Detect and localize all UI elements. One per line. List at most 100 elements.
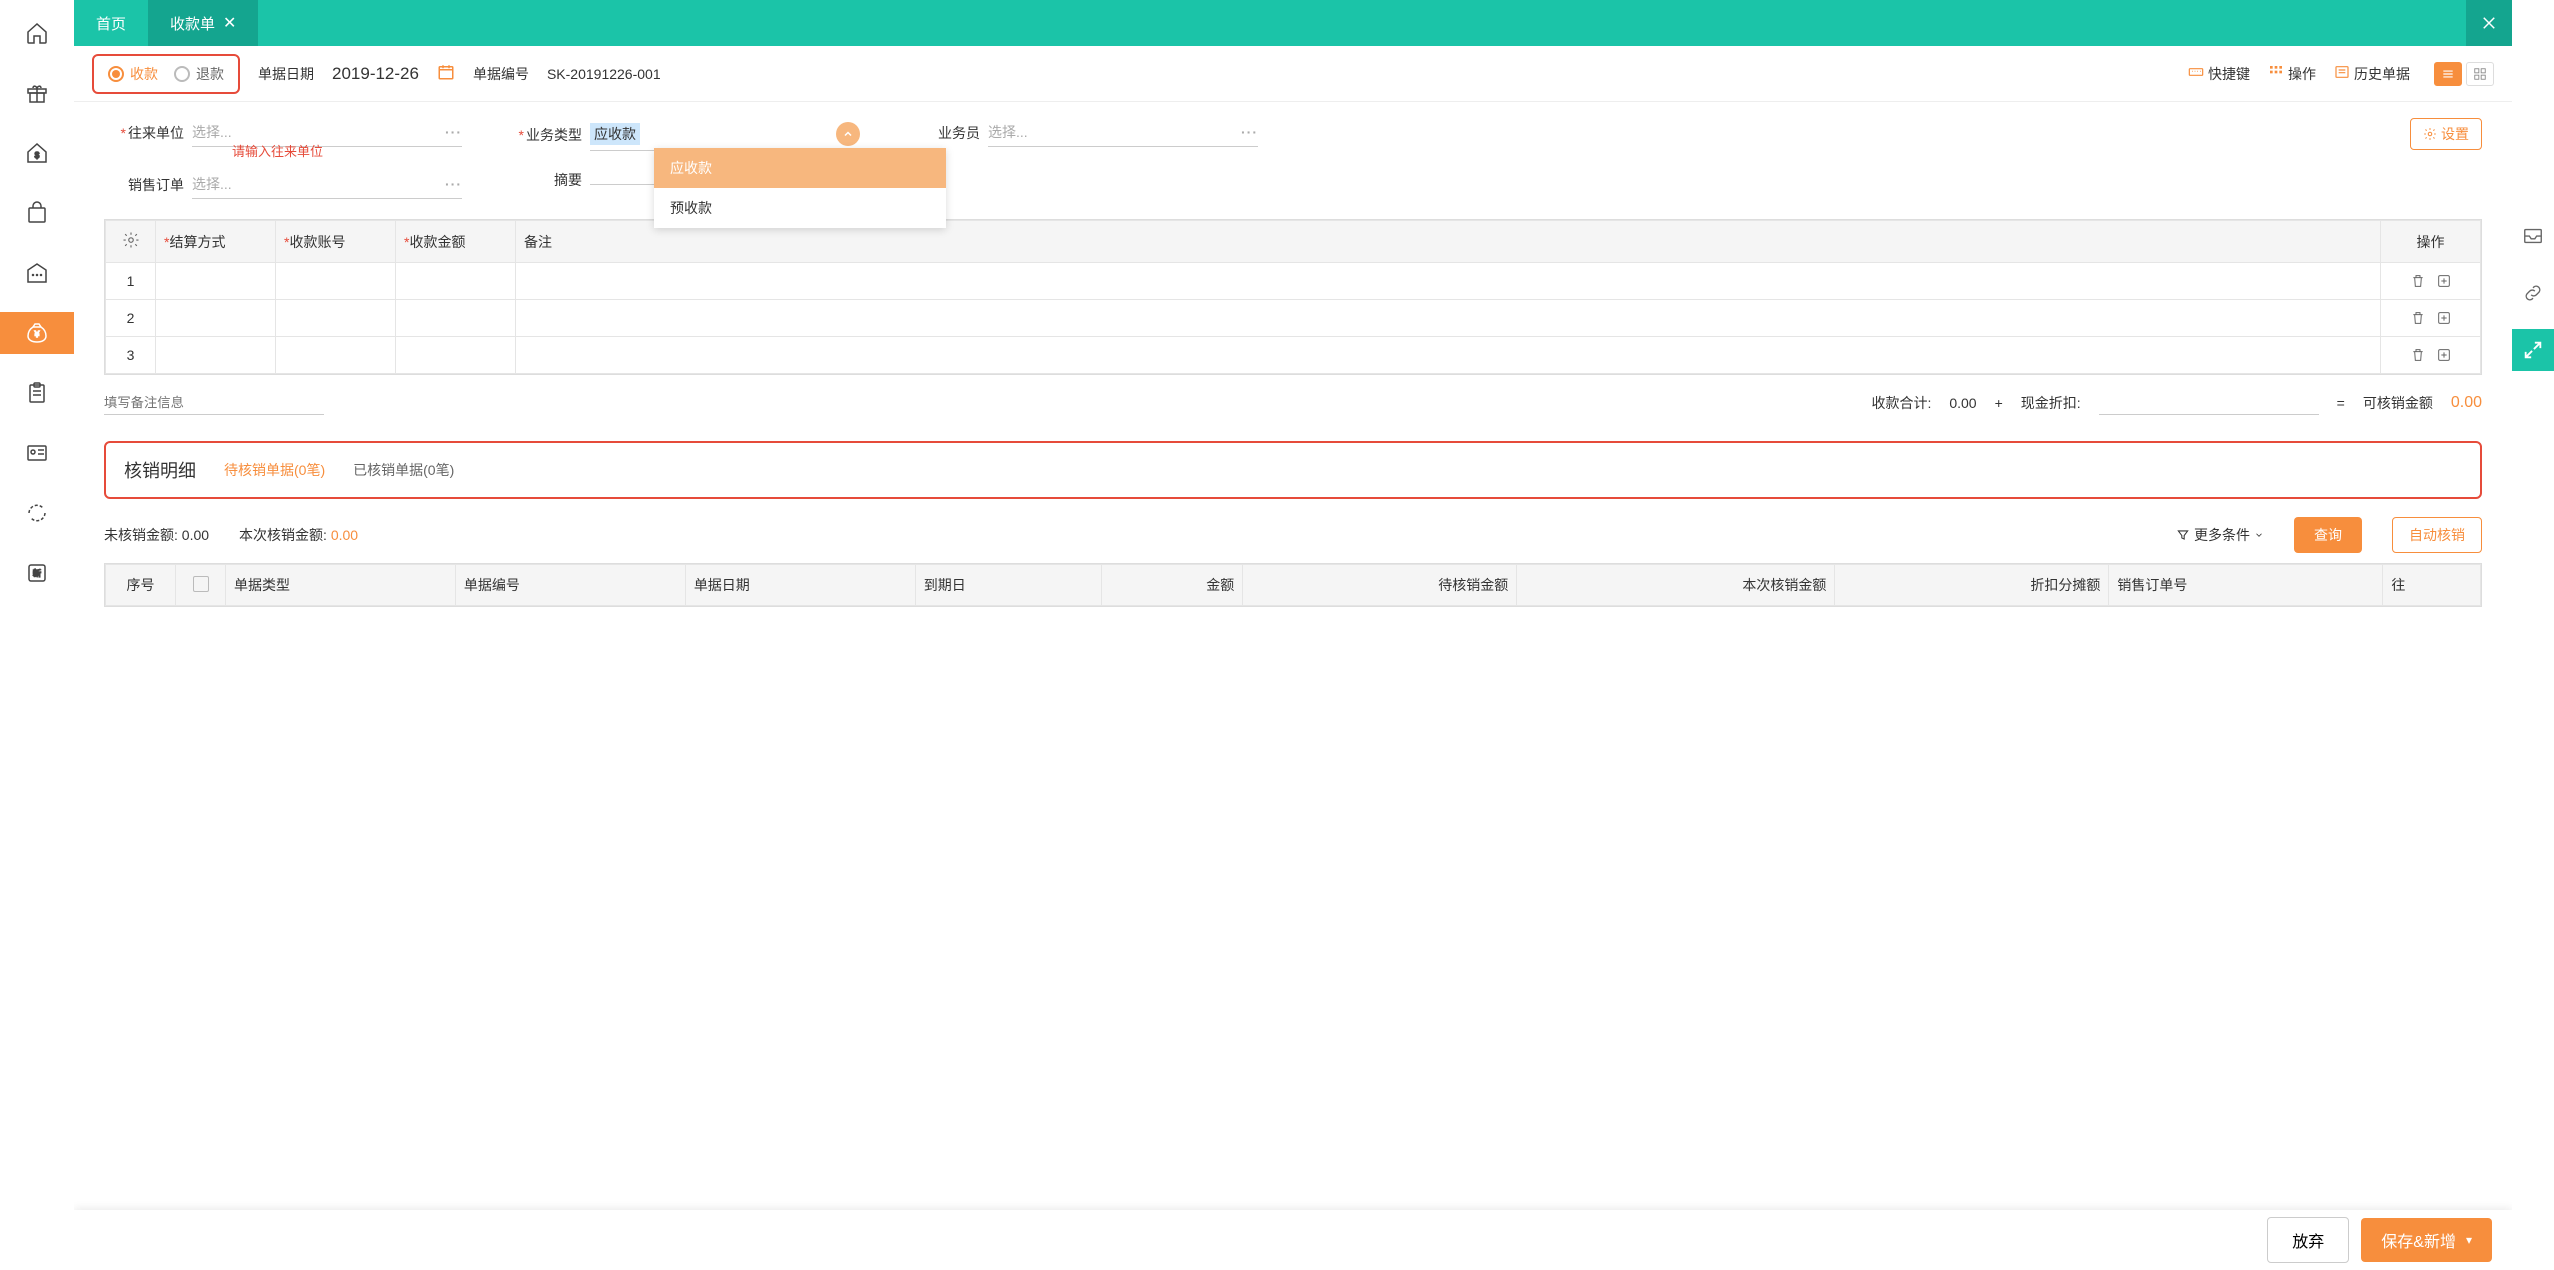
col-amt: *收款金额 [396, 221, 516, 263]
wocol-type: 单据类型 [226, 565, 456, 606]
col-ops: 操作 [2381, 221, 2481, 263]
dropdown-option-advance[interactable]: 预收款 [654, 188, 946, 228]
add-icon[interactable] [2436, 310, 2452, 326]
operate-link[interactable]: 操作 [2268, 64, 2316, 84]
biztype-field: *业务类型 应收款 [502, 118, 860, 151]
wocol-no: 单据编号 [455, 565, 685, 606]
party-lookup-icon[interactable]: ··· [445, 124, 462, 140]
view-card-button[interactable] [2466, 62, 2494, 86]
receipt-type-radio-group: 收款 退款 [92, 54, 240, 94]
chevron-down-icon: ▾ [2466, 1233, 2472, 1247]
writeoff-amount: 0.00 [2451, 394, 2482, 412]
wocol-disc: 折扣分摊额 [1835, 565, 2109, 606]
expand-icon[interactable] [2512, 329, 2554, 371]
nav-card-icon[interactable] [0, 432, 74, 474]
writeoff-tab-done[interactable]: 已核销单据(0笔) [353, 460, 454, 480]
list-icon [2334, 64, 2350, 83]
auto-writeoff-button[interactable]: 自动核销 [2392, 517, 2482, 553]
biztype-select[interactable]: 应收款 [590, 118, 860, 151]
delete-icon[interactable] [2410, 273, 2426, 289]
keyboard-icon [2188, 64, 2204, 83]
view-toggle [2434, 62, 2494, 86]
dropdown-option-receivable[interactable]: 应收款 [654, 148, 946, 188]
wocol-check[interactable] [176, 565, 226, 606]
discard-button[interactable]: 放弃 [2267, 1217, 2349, 1263]
filter-icon [2176, 528, 2190, 542]
radio-refund[interactable]: 退款 [174, 64, 224, 84]
form-area: *往来单位 选择... ··· 请输入往来单位 *业务类型 应收款 [74, 102, 2512, 209]
history-link[interactable]: 历史单据 [2334, 64, 2410, 84]
wocol-order: 销售订单号 [2109, 565, 2383, 606]
nav-house-dollar-icon[interactable]: $ [0, 132, 74, 174]
tab-bar: 首页 收款单 ✕ [74, 0, 2512, 46]
tab-current[interactable]: 收款单 ✕ [148, 0, 258, 46]
shortcut-link[interactable]: 快捷键 [2188, 64, 2250, 84]
table-row: 1 [106, 263, 2481, 300]
query-button[interactable]: 查询 [2294, 517, 2362, 553]
note-input[interactable] [104, 391, 324, 415]
writeoff-section: 核销明细 待核销单据(0笔) 已核销单据(0笔) [104, 441, 2482, 499]
order-lookup-icon[interactable]: ··· [445, 176, 462, 192]
table-row: 2 [106, 300, 2481, 337]
discount-input[interactable] [2099, 391, 2319, 415]
chevron-down-icon [2254, 530, 2264, 540]
delete-icon[interactable] [2410, 347, 2426, 363]
docno-label: 单据编号 [473, 64, 529, 84]
svg-text:¥: ¥ [34, 330, 40, 339]
wocol-idx: 序号 [106, 565, 176, 606]
add-icon[interactable] [2436, 347, 2452, 363]
writeoff-info: 未核销金额: 0.00 本次核销金额: 0.00 更多条件 查询 自动核销 [104, 517, 2482, 553]
col-settle: *结算方式 [156, 221, 276, 263]
radio-receive[interactable]: 收款 [108, 64, 158, 84]
total-value: 0.00 [1949, 395, 1976, 411]
table-row: 3 [106, 337, 2481, 374]
sales-input[interactable]: 选择... ··· [988, 118, 1258, 147]
grid-gear-header[interactable] [106, 221, 156, 263]
nav-bag-icon[interactable] [0, 192, 74, 234]
sales-field: 业务员 选择... ··· [900, 118, 1258, 147]
col-acct: *收款账号 [276, 221, 396, 263]
summary-row: 收款合计: 0.00 + 现金折扣: = 可核销金额 0.00 [104, 383, 2482, 423]
nav-refresh-icon[interactable] [0, 492, 74, 534]
link-icon[interactable] [2512, 272, 2554, 314]
calendar-icon[interactable] [437, 63, 455, 84]
window-close-icon[interactable] [2466, 0, 2512, 46]
date-label: 单据日期 [258, 64, 314, 84]
svg-text:新: 新 [33, 568, 41, 578]
nav-gift-icon[interactable] [0, 72, 74, 114]
tab-home[interactable]: 首页 [74, 0, 148, 46]
nav-money-bag-icon[interactable]: ¥ [0, 312, 74, 354]
nav-new-icon[interactable]: 新 [0, 552, 74, 594]
right-sidebar [2512, 0, 2554, 1270]
wocol-date: 单据日期 [685, 565, 915, 606]
sales-lookup-icon[interactable]: ··· [1241, 124, 1258, 140]
inbox-icon[interactable] [2512, 215, 2554, 257]
svg-text:$: $ [35, 151, 40, 160]
chevron-up-icon[interactable] [836, 122, 860, 146]
nav-home-icon[interactable] [0, 12, 74, 54]
writeoff-title: 核销明细 [124, 457, 196, 483]
date-value[interactable]: 2019-12-26 [332, 64, 419, 84]
gear-icon[interactable] [122, 231, 140, 249]
grid-icon [2268, 64, 2284, 83]
writeoff-tab-pending[interactable]: 待核销单据(0笔) [224, 460, 325, 480]
writeoff-grid: 序号 单据类型 单据编号 单据日期 到期日 金额 待核销金额 本次核销金额 折扣… [104, 563, 2482, 607]
wocol-amt: 金额 [1101, 565, 1243, 606]
tab-close-icon[interactable]: ✕ [223, 13, 236, 33]
nav-building-icon[interactable] [0, 252, 74, 294]
biztype-dropdown: 应收款 预收款 [654, 148, 946, 228]
checkbox-icon[interactable] [193, 576, 209, 592]
nav-clipboard-icon[interactable] [0, 372, 74, 414]
wocol-ext: 往 [2383, 565, 2481, 606]
save-button[interactable]: 保存&新增 ▾ [2361, 1218, 2492, 1262]
order-input[interactable]: 选择... ··· [192, 170, 462, 199]
toolbar: 收款 退款 单据日期 2019-12-26 单据编号 SK-20191226-0… [74, 46, 2512, 102]
docno-value: SK-20191226-001 [547, 66, 661, 82]
view-list-button[interactable] [2434, 62, 2462, 86]
more-conditions[interactable]: 更多条件 [2176, 525, 2264, 545]
footer-bar: 放弃 保存&新增 ▾ [74, 1210, 2512, 1270]
party-error: 请输入往来单位 [104, 141, 462, 160]
settings-button[interactable]: 设置 [2410, 118, 2482, 150]
add-icon[interactable] [2436, 273, 2452, 289]
delete-icon[interactable] [2410, 310, 2426, 326]
